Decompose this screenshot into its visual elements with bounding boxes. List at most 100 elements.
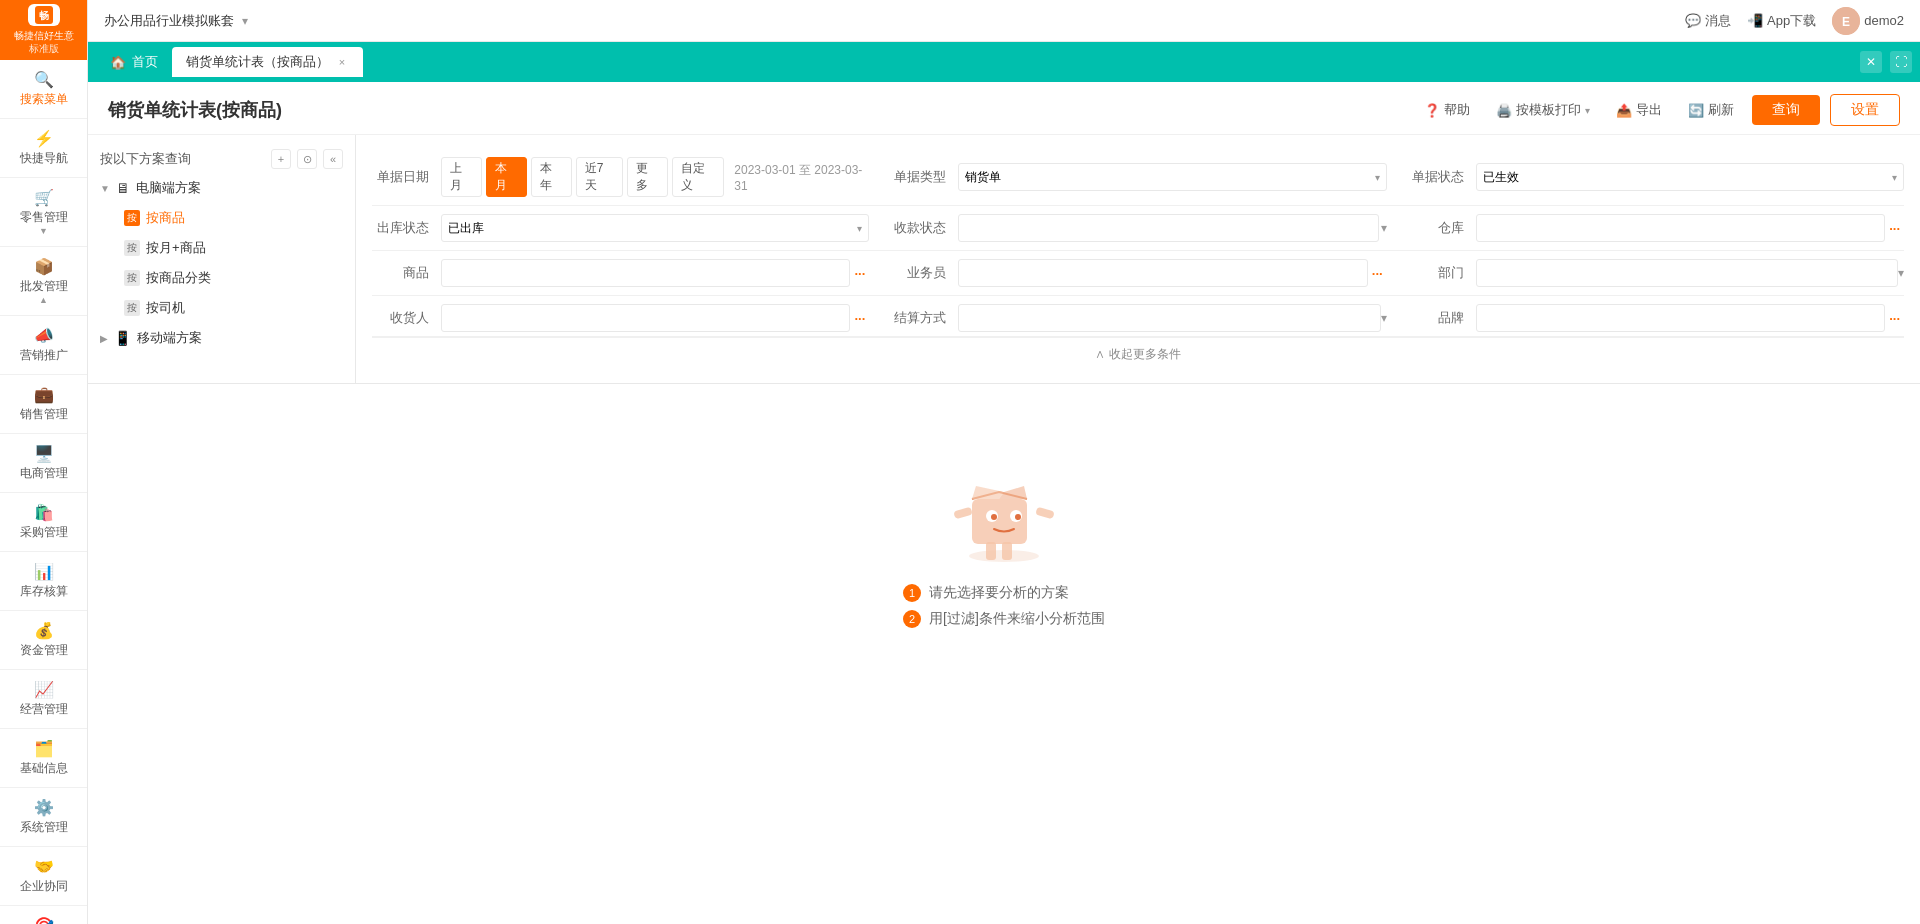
tree-node-by-category[interactable]: 按 按商品分类 <box>88 263 355 293</box>
tab-fullscreen-btn[interactable]: ⛶ <box>1890 51 1912 73</box>
panel-header-left: 按以下方案查询 <box>100 150 191 168</box>
brand-dots[interactable]: ··· <box>1885 311 1904 326</box>
empty-hint-2: 2 用[过滤]条件来缩小分析范围 <box>903 610 1105 628</box>
collapse-bar[interactable]: ∧ 收起更多条件 <box>372 337 1904 371</box>
tree-node-by-cashier[interactable]: 按 按司机 <box>88 293 355 323</box>
inventory-icon: 📊 <box>34 562 54 581</box>
tree-mobile-label: 移动端方案 <box>137 329 202 347</box>
svg-text:E: E <box>1842 15 1850 29</box>
svg-point-8 <box>991 514 997 520</box>
tree-desktop-root[interactable]: ▼ 🖥 电脑端方案 <box>88 173 355 203</box>
by-month-product-icon: 按 <box>124 240 140 256</box>
department-arrow[interactable]: ▾ <box>1898 266 1904 280</box>
warehouse-dots[interactable]: ··· <box>1885 221 1904 236</box>
quicknav-icon: ⚡ <box>34 129 54 148</box>
date-btn-7days[interactable]: 近7天 <box>576 157 623 197</box>
panel-edit-btn[interactable]: ⊙ <box>297 149 317 169</box>
date-btn-custom[interactable]: 自定义 <box>672 157 724 197</box>
panel-collapse-btn[interactable]: « <box>323 149 343 169</box>
query-button[interactable]: 查询 <box>1752 95 1820 125</box>
tree-node-by-product[interactable]: 按 按商品 <box>88 203 355 233</box>
sidebar-item-quicknav[interactable]: ⚡ 快捷导航 <box>0 119 87 178</box>
doc-status-control: 已生效 ▾ <box>1476 163 1904 191</box>
svg-rect-5 <box>972 499 1027 544</box>
topbar: 办公用品行业模拟账套 ▾ 💬 消息 📲 App下载 E demo2 <box>88 0 1920 42</box>
panel-action-icons: + ⊙ « <box>271 149 343 169</box>
tree-node-by-month-product[interactable]: 按 按月+商品 <box>88 233 355 263</box>
sidebar-item-sales[interactable]: 💼 销售管理 <box>0 375 87 434</box>
date-btn-more[interactable]: 更多 <box>627 157 668 197</box>
collapse-icon: « <box>330 153 336 165</box>
collapse-label: ∧ 收起更多条件 <box>1095 347 1180 361</box>
date-btn-last-month[interactable]: 上月 <box>441 157 482 197</box>
by-product-icon: 按 <box>124 210 140 226</box>
tab-close-all-btn[interactable]: ✕ <box>1860 51 1882 73</box>
salesman-dots[interactable]: ··· <box>1368 266 1387 281</box>
tree-mobile-root[interactable]: ▶ 📱 移动端方案 <box>88 323 355 353</box>
out-status-select[interactable]: 已出库 ▾ <box>441 214 869 242</box>
setting-button[interactable]: 设置 <box>1830 94 1900 126</box>
doc-type-select[interactable]: 销货单 ▾ <box>958 163 1386 191</box>
salesman-label: 业务员 <box>889 264 954 282</box>
panel-add-btn[interactable]: + <box>271 149 291 169</box>
product-input[interactable] <box>441 259 850 287</box>
sidebar-item-operations[interactable]: 📈 经营管理 <box>0 670 87 729</box>
sidebar-system-label: 系统管理 <box>20 819 68 836</box>
doc-status-select[interactable]: 已生效 ▾ <box>1476 163 1904 191</box>
brand-input[interactable] <box>1476 304 1886 332</box>
tab-close-icon[interactable]: × <box>335 55 349 69</box>
sidebar-item-finance[interactable]: 💰 资金管理 <box>0 611 87 670</box>
edit-icon: ⊙ <box>303 153 312 166</box>
date-btn-this-month[interactable]: 本月 <box>486 157 527 197</box>
sidebar-item-enterprise[interactable]: 🤝 企业协同 <box>0 847 87 906</box>
sidebar-item-system[interactable]: ⚙️ 系统管理 <box>0 788 87 847</box>
collect-status-input[interactable] <box>958 214 1378 242</box>
sidebar-item-basic[interactable]: 🗂️ 基础信息 <box>0 729 87 788</box>
settlement-arrow[interactable]: ▾ <box>1381 311 1387 325</box>
sidebar-item-search[interactable]: 🔍 搜索菜单 <box>0 60 87 119</box>
export-icon: 📤 <box>1616 103 1632 118</box>
consignee-label: 收货人 <box>372 309 437 327</box>
consignee-input[interactable] <box>441 304 850 332</box>
warehouse-label: 仓库 <box>1407 219 1472 237</box>
right-filter: 单据日期 上月 本月 本年 近7天 更多 自定义 2023-03-01 至 20… <box>356 135 1920 383</box>
message-label: 消息 <box>1705 12 1731 30</box>
salesman-input[interactable] <box>958 259 1367 287</box>
svg-point-9 <box>1015 514 1021 520</box>
panel-header-label: 按以下方案查询 <box>100 150 191 168</box>
sidebar-item-purchase[interactable]: 🛍️ 采购管理 <box>0 493 87 552</box>
print-btn[interactable]: 🖨️ 按模板打印 ▾ <box>1488 97 1598 123</box>
date-btn-this-year[interactable]: 本年 <box>531 157 572 197</box>
svg-rect-10 <box>953 507 972 519</box>
tab-home[interactable]: 🏠 首页 <box>96 47 172 77</box>
help-btn[interactable]: ❓ 帮助 <box>1416 97 1478 123</box>
product-label: 商品 <box>372 264 437 282</box>
logo-icon: 畅 <box>28 4 60 26</box>
department-input[interactable] <box>1476 259 1898 287</box>
department-control: ▾ <box>1476 259 1904 287</box>
brand-label: 品牌 <box>1407 309 1472 327</box>
sidebar-item-inventory[interactable]: 📊 库存核算 <box>0 552 87 611</box>
sidebar-item-retail[interactable]: 🛒 零售管理 ▼ <box>0 178 87 247</box>
settlement-input[interactable] <box>958 304 1380 332</box>
tab-report[interactable]: 销货单统计表（按商品） × <box>172 47 363 77</box>
refresh-btn[interactable]: 🔄 刷新 <box>1680 97 1742 123</box>
sidebar-item-ecommerce[interactable]: 🖥️ 电商管理 <box>0 434 87 493</box>
sidebar-item-newbie[interactable]: 🎯 新手引导 <box>0 906 87 924</box>
hint-num-2: 2 <box>903 610 921 628</box>
sidebar-item-marketing[interactable]: 📣 营销推广 <box>0 316 87 375</box>
company-dropdown-icon[interactable]: ▾ <box>242 14 248 28</box>
export-btn[interactable]: 📤 导出 <box>1608 97 1670 123</box>
sidebar-item-wholesale[interactable]: 📦 批发管理 ▲ <box>0 247 87 316</box>
product-dots[interactable]: ··· <box>850 266 869 281</box>
sidebar-sales-label: 销售管理 <box>20 406 68 423</box>
svg-rect-13 <box>1002 542 1012 560</box>
date-control: 上月 本月 本年 近7天 更多 自定义 2023-03-01 至 2023-03… <box>441 157 869 197</box>
tree-arrow-right: ▶ <box>100 333 108 344</box>
collect-dropdown[interactable]: ▾ <box>1381 221 1387 235</box>
message-btn[interactable]: 💬 消息 <box>1685 12 1731 30</box>
user-profile-btn[interactable]: E demo2 <box>1832 7 1904 35</box>
consignee-dots[interactable]: ··· <box>850 311 869 326</box>
warehouse-input[interactable] <box>1476 214 1886 242</box>
app-download-btn[interactable]: 📲 App下载 <box>1747 12 1816 30</box>
